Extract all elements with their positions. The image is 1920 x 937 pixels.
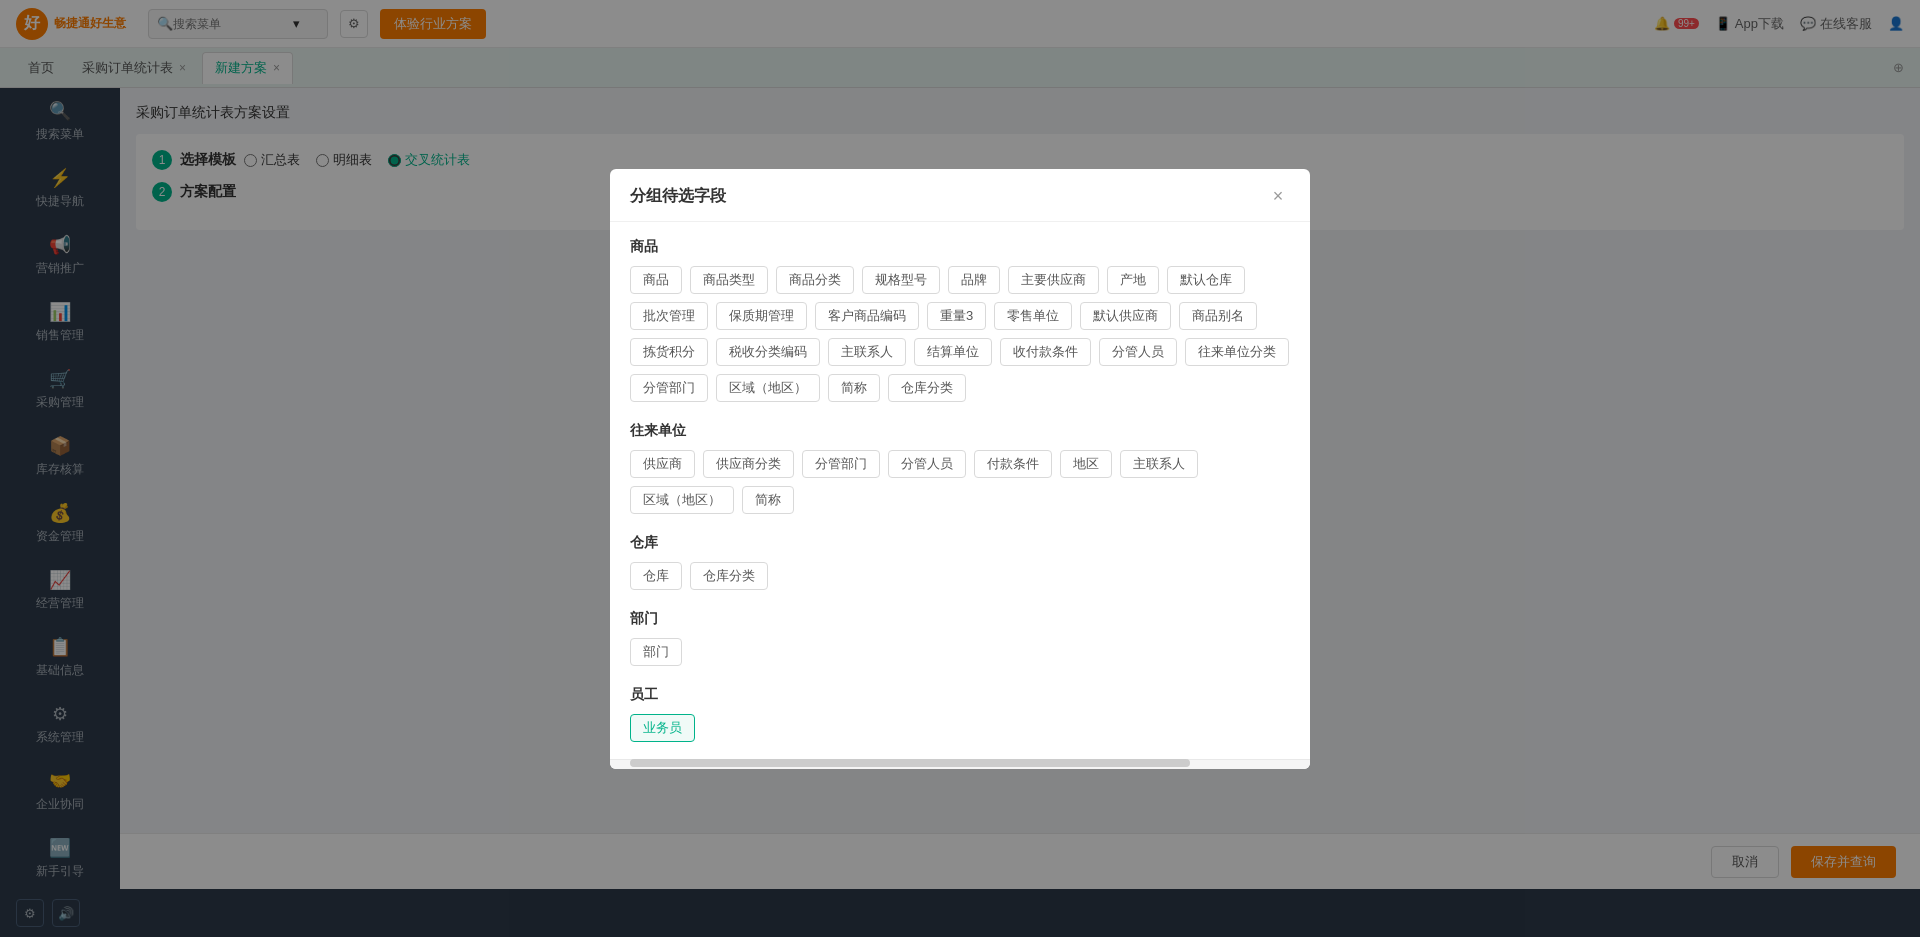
field-expiry-mgmt[interactable]: 保质期管理: [716, 302, 807, 330]
field-brand[interactable]: 品牌: [948, 266, 1000, 294]
field-payment-cond[interactable]: 付款条件: [974, 450, 1052, 478]
modal-overlay: 分组待选字段 × 商品 商品 商品类型 商品分类 规格型号 品牌 主要供应商 产…: [0, 0, 1920, 937]
scrollbar-thumb: [630, 759, 1190, 767]
field-region[interactable]: 区域（地区）: [716, 374, 820, 402]
field-mgmt-person[interactable]: 分管人员: [888, 450, 966, 478]
modal-body: 商品 商品 商品类型 商品分类 规格型号 品牌 主要供应商 产地 默认仓库 批次…: [610, 222, 1310, 759]
field-department[interactable]: 部门: [630, 638, 682, 666]
field-warehouse-cat[interactable]: 仓库分类: [690, 562, 768, 590]
field-weight3[interactable]: 重量3: [927, 302, 986, 330]
section-employee: 员工 业务员: [630, 686, 1290, 742]
field-product-type[interactable]: 商品类型: [690, 266, 768, 294]
section-warehouse: 仓库 仓库 仓库分类: [630, 534, 1290, 590]
field-region2[interactable]: 区域（地区）: [630, 486, 734, 514]
field-payment-terms[interactable]: 收付款条件: [1000, 338, 1091, 366]
field-pick-points[interactable]: 拣货积分: [630, 338, 708, 366]
field-default-warehouse[interactable]: 默认仓库: [1167, 266, 1245, 294]
field-area[interactable]: 地区: [1060, 450, 1112, 478]
modal-title: 分组待选字段: [630, 186, 726, 207]
section-product: 商品 商品 商品类型 商品分类 规格型号 品牌 主要供应商 产地 默认仓库 批次…: [630, 238, 1290, 402]
field-short-name2[interactable]: 简称: [742, 486, 794, 514]
field-product-alias[interactable]: 商品别名: [1179, 302, 1257, 330]
field-supplier[interactable]: 供应商: [630, 450, 695, 478]
field-product[interactable]: 商品: [630, 266, 682, 294]
field-settlement-unit[interactable]: 结算单位: [914, 338, 992, 366]
field-main-contact[interactable]: 主联系人: [828, 338, 906, 366]
field-warehouse[interactable]: 仓库: [630, 562, 682, 590]
field-product-category[interactable]: 商品分类: [776, 266, 854, 294]
field-batch-mgmt[interactable]: 批次管理: [630, 302, 708, 330]
field-short-name[interactable]: 简称: [828, 374, 880, 402]
field-salesperson[interactable]: 业务员: [630, 714, 695, 742]
section-partner-fields: 供应商 供应商分类 分管部门 分管人员 付款条件 地区 主联系人 区域（地区） …: [630, 450, 1290, 514]
section-department-title: 部门: [630, 610, 1290, 628]
field-main-contact2[interactable]: 主联系人: [1120, 450, 1198, 478]
section-warehouse-title: 仓库: [630, 534, 1290, 552]
modal-close-button[interactable]: ×: [1266, 185, 1290, 209]
section-department: 部门 部门: [630, 610, 1290, 666]
field-main-supplier[interactable]: 主要供应商: [1008, 266, 1099, 294]
section-employee-title: 员工: [630, 686, 1290, 704]
field-dept[interactable]: 分管部门: [630, 374, 708, 402]
field-tax-code[interactable]: 税收分类编码: [716, 338, 820, 366]
modal-horizontal-scrollbar[interactable]: [610, 759, 1310, 769]
section-department-fields: 部门: [630, 638, 1290, 666]
field-customer-code[interactable]: 客户商品编码: [815, 302, 919, 330]
modal-header: 分组待选字段 ×: [610, 169, 1310, 222]
section-product-fields: 商品 商品类型 商品分类 规格型号 品牌 主要供应商 产地 默认仓库 批次管理 …: [630, 266, 1290, 402]
field-partner-category[interactable]: 往来单位分类: [1185, 338, 1289, 366]
field-default-supplier[interactable]: 默认供应商: [1080, 302, 1171, 330]
field-warehouse-category[interactable]: 仓库分类: [888, 374, 966, 402]
field-origin[interactable]: 产地: [1107, 266, 1159, 294]
field-retail-unit[interactable]: 零售单位: [994, 302, 1072, 330]
section-warehouse-fields: 仓库 仓库分类: [630, 562, 1290, 590]
section-employee-fields: 业务员: [630, 714, 1290, 742]
field-supplier-category[interactable]: 供应商分类: [703, 450, 794, 478]
section-partner: 往来单位 供应商 供应商分类 分管部门 分管人员 付款条件 地区 主联系人 区域…: [630, 422, 1290, 514]
section-partner-title: 往来单位: [630, 422, 1290, 440]
field-select-modal: 分组待选字段 × 商品 商品 商品类型 商品分类 规格型号 品牌 主要供应商 产…: [610, 169, 1310, 769]
field-spec-model[interactable]: 规格型号: [862, 266, 940, 294]
section-product-title: 商品: [630, 238, 1290, 256]
field-mgmt-dept[interactable]: 分管部门: [802, 450, 880, 478]
field-supervisor[interactable]: 分管人员: [1099, 338, 1177, 366]
